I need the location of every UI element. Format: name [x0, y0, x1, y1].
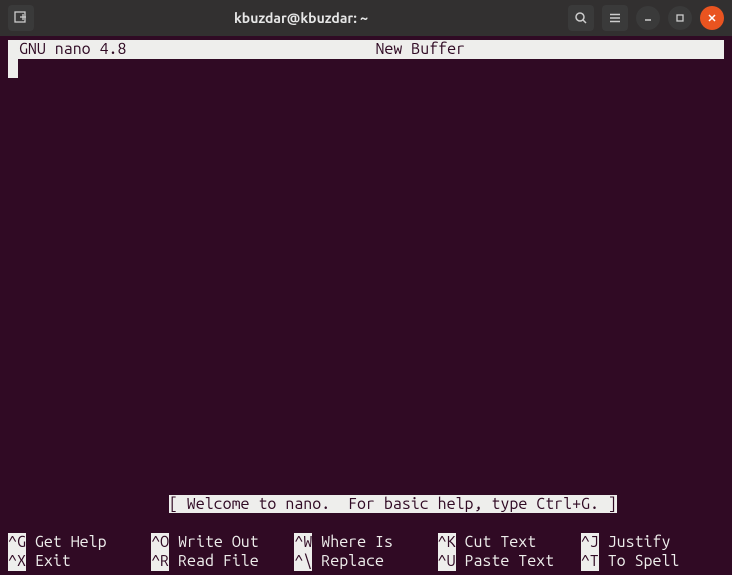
shortcut-label: Get Help — [26, 533, 107, 552]
shortcut-justify: ^J Justify — [581, 533, 724, 552]
close-icon — [707, 13, 717, 23]
shortcut-label: Cut Text — [456, 533, 537, 552]
shortcut-label: Exit — [26, 552, 71, 571]
shortcut-key: ^R — [151, 552, 169, 571]
shortcut-key: ^W — [294, 533, 312, 552]
new-tab-button[interactable] — [8, 5, 34, 31]
shortcut-label: Where Is — [312, 533, 393, 552]
shortcut-label: Write Out — [169, 533, 259, 552]
nano-buffer-name: New Buffer — [126, 40, 714, 59]
nano-editor-area[interactable] — [8, 59, 724, 476]
menu-button[interactable] — [602, 5, 628, 31]
text-cursor — [8, 59, 18, 78]
maximize-icon — [675, 13, 685, 23]
shortcut-label: Justify — [599, 533, 671, 552]
nano-titlebar: GNU nano 4.8 New Buffer — [8, 40, 724, 59]
shortcut-key: ^O — [151, 533, 169, 552]
shortcut-label: To Spell — [599, 552, 680, 571]
maximize-button[interactable] — [668, 6, 692, 30]
shortcut-where-is: ^W Where Is — [294, 533, 437, 552]
shortcut-label: Paste Text — [456, 552, 555, 571]
nano-version: GNU nano 4.8 — [8, 40, 126, 59]
shortcut-paste-text: ^U Paste Text — [438, 552, 581, 571]
shortcut-replace: ^\ Replace — [294, 552, 437, 571]
minimize-icon — [643, 13, 653, 23]
minimize-button[interactable] — [636, 6, 660, 30]
nano-shortcut-bar: ^G Get Help ^O Write Out ^W Where Is ^K … — [8, 533, 724, 571]
shortcut-key: ^K — [438, 533, 456, 552]
shortcut-key: ^X — [8, 552, 26, 571]
shortcut-cut-text: ^K Cut Text — [438, 533, 581, 552]
shortcut-key: ^\ — [294, 552, 312, 571]
shortcut-key: ^U — [438, 552, 456, 571]
window-title: kbuzdar@kbuzdar: ~ — [42, 10, 560, 26]
window-titlebar: kbuzdar@kbuzdar: ~ — [0, 0, 732, 36]
shortcut-label: Read File — [169, 552, 259, 571]
shortcut-write-out: ^O Write Out — [151, 533, 294, 552]
shortcut-key: ^G — [8, 533, 26, 552]
search-icon — [574, 11, 588, 25]
hamburger-icon — [608, 11, 622, 25]
shortcut-get-help: ^G Get Help — [8, 533, 151, 552]
nano-status-message: [ Welcome to nano. For basic help, type … — [169, 495, 617, 513]
shortcut-read-file: ^R Read File — [151, 552, 294, 571]
shortcut-key: ^T — [581, 552, 599, 571]
shortcut-to-spell: ^T To Spell — [581, 552, 724, 571]
close-button[interactable] — [700, 6, 724, 30]
shortcut-exit: ^X Exit — [8, 552, 151, 571]
shortcut-row-1: ^G Get Help ^O Write Out ^W Where Is ^K … — [8, 533, 724, 552]
search-button[interactable] — [568, 5, 594, 31]
shortcut-row-2: ^X Exit ^R Read File ^\ Replace ^U Paste… — [8, 552, 724, 571]
shortcut-label: Replace — [312, 552, 384, 571]
new-tab-icon — [14, 11, 28, 25]
nano-statusbar: [ Welcome to nano. For basic help, type … — [8, 476, 724, 533]
shortcut-key: ^J — [581, 533, 599, 552]
terminal-area[interactable]: GNU nano 4.8 New Buffer [ Welcome to nan… — [0, 36, 732, 575]
terminal-window: kbuzdar@kbuzdar: ~ — [0, 0, 732, 575]
